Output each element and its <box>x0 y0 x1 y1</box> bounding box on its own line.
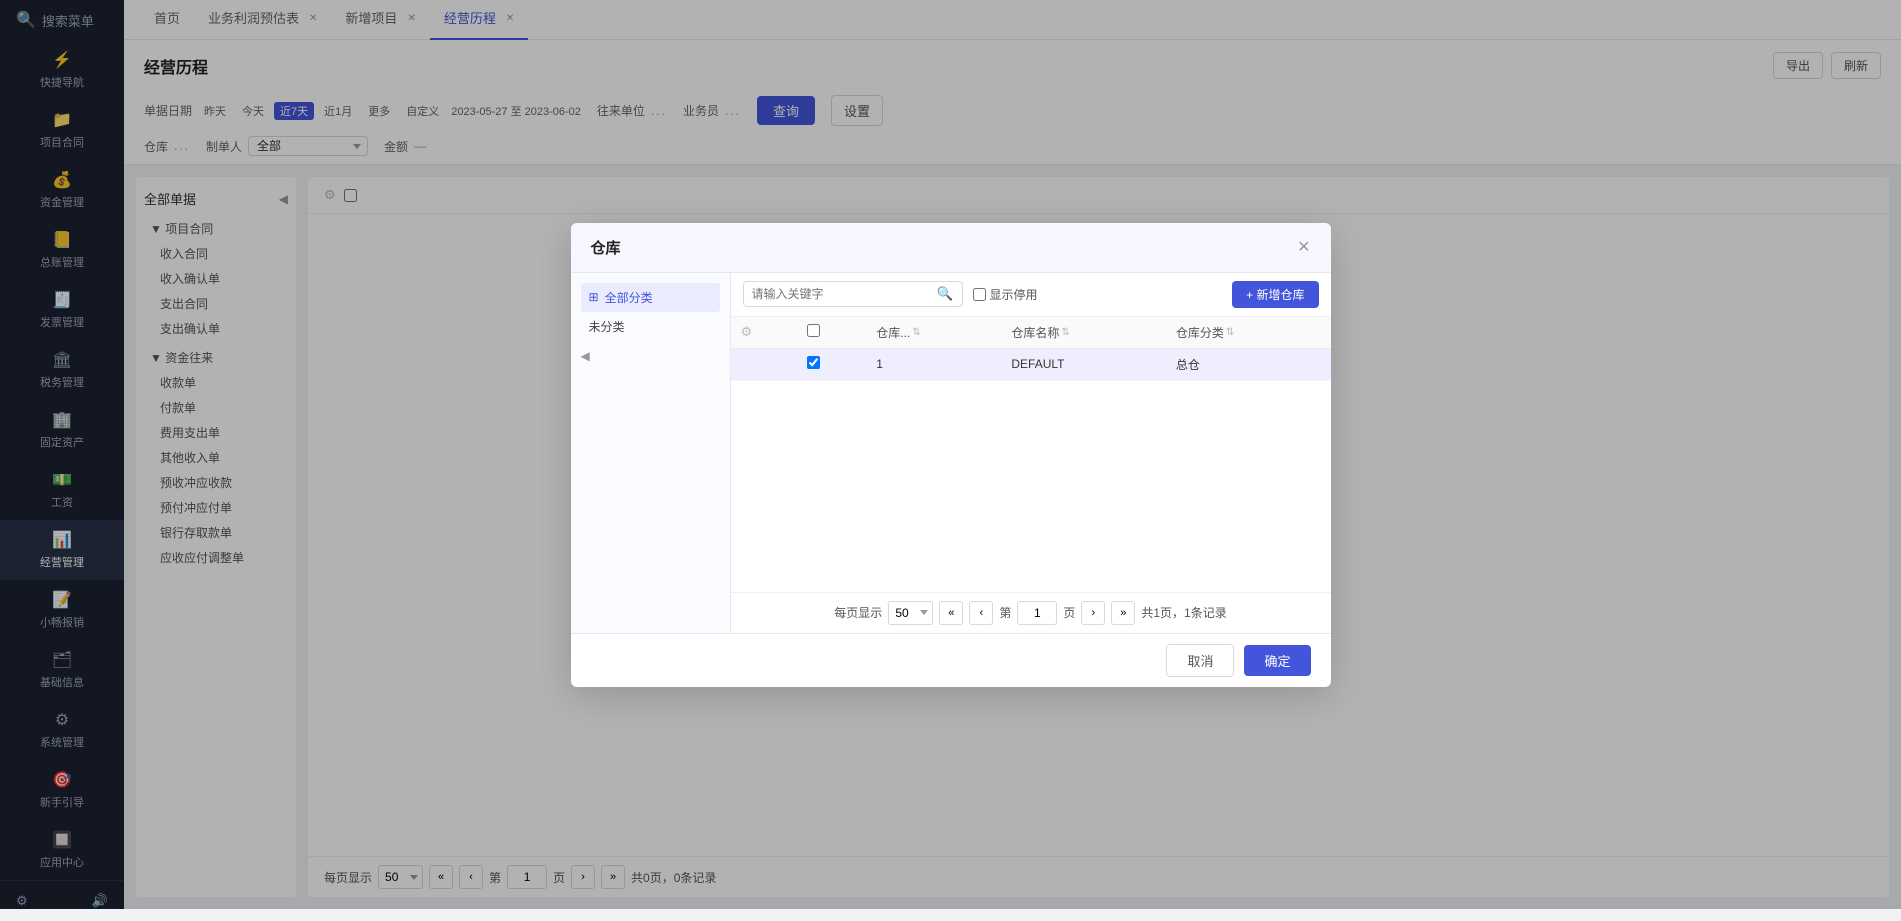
row-id-cell: 1 <box>866 348 1001 380</box>
modal-header: 仓库 ✕ <box>571 223 1331 273</box>
modal-search-input[interactable] <box>744 283 929 305</box>
col-name: 仓库名称 ⇅ <box>1001 317 1166 349</box>
modal-search-button[interactable]: 🔍 <box>929 282 962 306</box>
modal-title: 仓库 <box>591 237 621 258</box>
col-category-sort[interactable]: ⇅ <box>1226 327 1234 338</box>
modal-page-label: 第 <box>999 604 1011 621</box>
col-category-label: 仓库分类 <box>1176 324 1224 341</box>
category-icon: ⊞ <box>589 290 599 304</box>
col-name-sort[interactable]: ⇅ <box>1061 327 1069 338</box>
show-disabled-label: 显示停用 <box>990 286 1038 303</box>
modal-page-input[interactable] <box>1017 601 1057 625</box>
col-code-sort[interactable]: ⇅ <box>912 327 920 338</box>
modal-category-item-全部分类[interactable]: ⊞ 全部分类 <box>581 283 720 312</box>
show-disabled-checkbox[interactable] <box>973 288 986 301</box>
row-checkbox[interactable] <box>807 356 820 369</box>
modal-close-button[interactable]: ✕ <box>1297 237 1310 257</box>
table-row[interactable]: 1 DEFAULT 总仓 <box>731 348 1331 380</box>
modal-first-btn[interactable]: « <box>939 601 963 625</box>
col-gear: ⚙ <box>731 317 797 349</box>
col-checkbox <box>797 317 866 349</box>
modal-table-body: 1 DEFAULT 总仓 <box>731 348 1331 380</box>
modal-total-text: 共1页，1条记录 <box>1141 604 1226 621</box>
add-warehouse-button[interactable]: + 新增仓库 <box>1232 281 1318 308</box>
modal-left-panel: ⊞ 全部分类未分类 ◀ <box>571 273 731 633</box>
modal-prev-btn[interactable]: ‹ <box>969 601 993 625</box>
col-name-label: 仓库名称 <box>1011 324 1059 341</box>
warehouse-table: ⚙ 仓库... ⇅ 仓库名称 <box>731 317 1331 381</box>
col-code: 仓库... ⇅ <box>866 317 1001 349</box>
row-checkbox-cell <box>797 348 866 380</box>
modal-cancel-button[interactable]: 取消 <box>1166 644 1234 677</box>
modal-category-item-未分类[interactable]: 未分类 <box>581 312 720 341</box>
modal-search-box: 🔍 <box>743 281 963 307</box>
warehouse-modal: 仓库 ✕ ⊞ 全部分类未分类 ◀ 🔍 显示停用 <box>571 223 1331 687</box>
col-category: 仓库分类 ⇅ <box>1166 317 1331 349</box>
col-gear-icon[interactable]: ⚙ <box>741 324 753 339</box>
modal-page-size-select[interactable]: 501020100 <box>888 601 933 625</box>
modal-page-size-label: 每页显示 <box>834 604 882 621</box>
table-header-row: ⚙ 仓库... ⇅ 仓库名称 <box>731 317 1331 349</box>
modal-overlay[interactable]: 仓库 ✕ ⊞ 全部分类未分类 ◀ 🔍 显示停用 <box>0 0 1901 909</box>
modal-right-panel: 🔍 显示停用 + 新增仓库 ⚙ <box>731 273 1331 633</box>
modal-body: ⊞ 全部分类未分类 ◀ 🔍 显示停用 + 新增仓库 <box>571 273 1331 633</box>
show-disabled-row: 显示停用 <box>973 286 1038 303</box>
row-name-cell: 总仓 <box>1166 348 1331 380</box>
col-code-label: 仓库... <box>876 324 910 341</box>
modal-table-wrap: ⚙ 仓库... ⇅ 仓库名称 <box>731 317 1331 592</box>
modal-page-suffix: 页 <box>1063 604 1075 621</box>
row-code-cell: DEFAULT <box>1001 348 1166 380</box>
modal-toolbar: 🔍 显示停用 + 新增仓库 <box>731 273 1331 317</box>
modal-pagination: 每页显示 501020100 « ‹ 第 页 › » 共1页，1条记录 <box>731 592 1331 633</box>
modal-last-btn[interactable]: » <box>1111 601 1135 625</box>
select-all-modal-checkbox[interactable] <box>807 324 820 337</box>
row-gear-cell <box>731 348 797 380</box>
modal-category-list: ⊞ 全部分类未分类 <box>581 283 720 341</box>
modal-next-btn[interactable]: › <box>1081 601 1105 625</box>
modal-collapse-btn[interactable]: ◀ <box>581 349 590 363</box>
modal-footer: 取消 确定 <box>571 633 1331 687</box>
modal-confirm-button[interactable]: 确定 <box>1244 645 1310 676</box>
